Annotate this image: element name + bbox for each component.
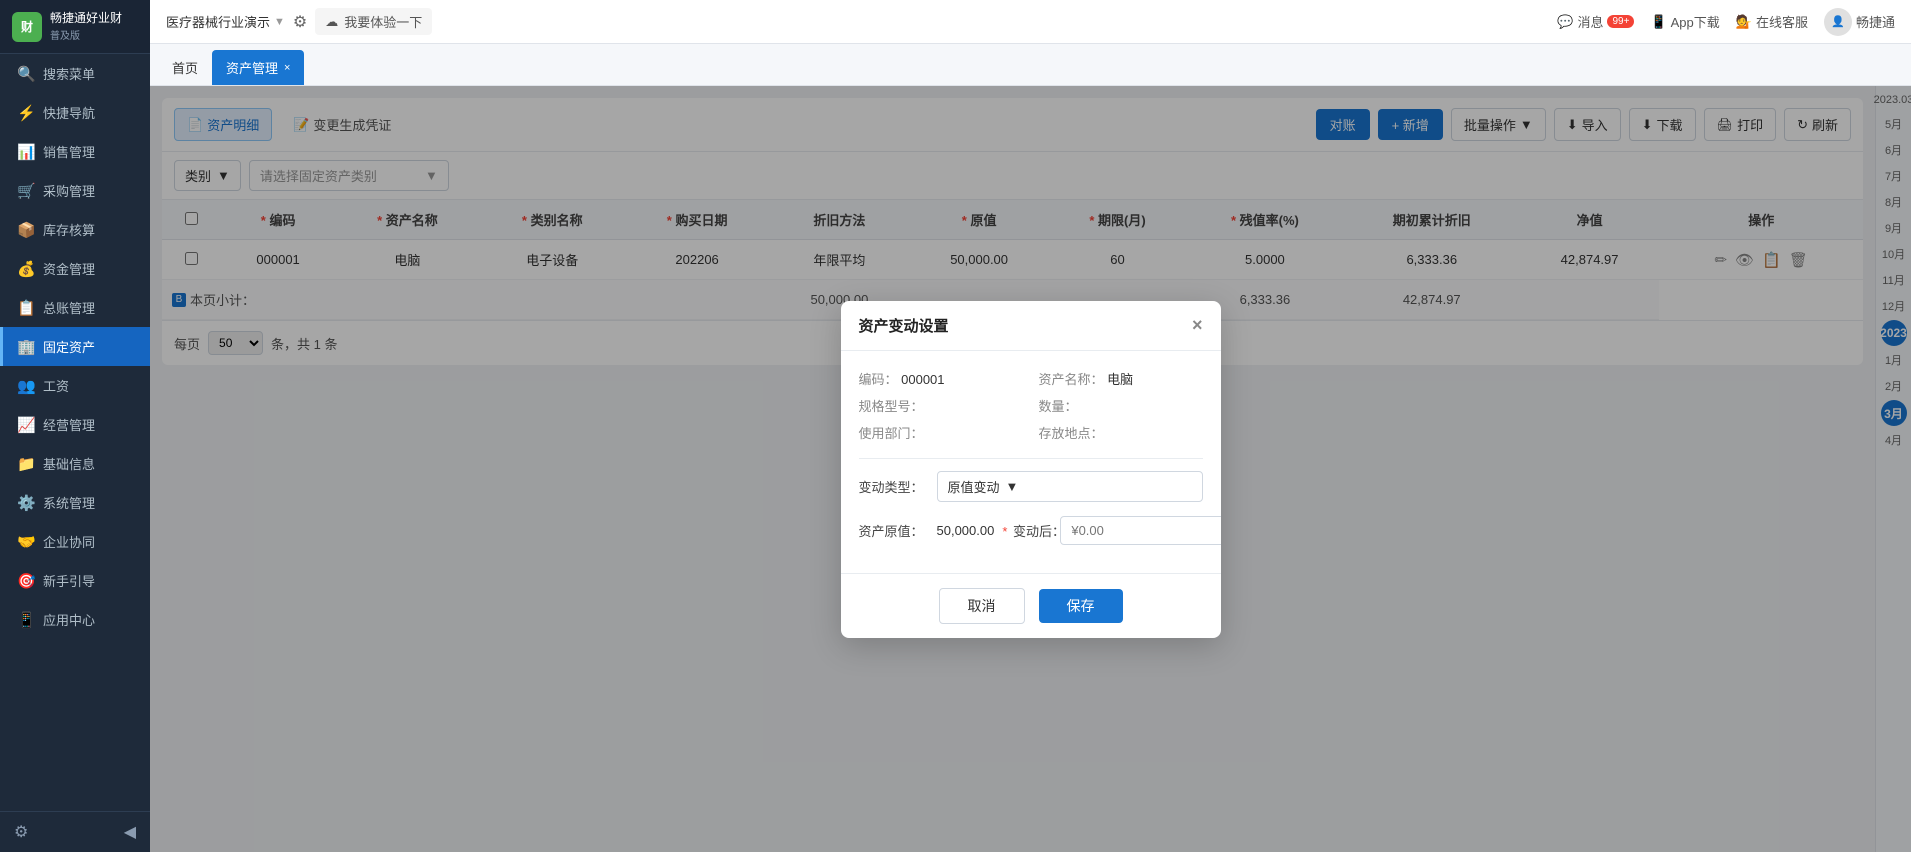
modal-info-grid: 编码： 000001 资产名称： 电脑 规格型号： 数量： (859, 369, 1203, 442)
payroll-icon: 👥 (17, 377, 35, 395)
sidebar-item-capital[interactable]: 💰 资金管理 (0, 249, 150, 288)
sidebar-item-sales[interactable]: 📊 销售管理 (0, 132, 150, 171)
inventory-icon: 📦 (17, 221, 35, 239)
sidebar-item-fixed-assets[interactable]: 🏢 固定资产 (0, 327, 150, 366)
sidebar-bottom: ⚙ ◀ (0, 811, 150, 852)
after-value-input[interactable] (1060, 516, 1220, 545)
collapse-icon[interactable]: ◀ (124, 822, 136, 842)
save-button[interactable]: 保存 (1039, 589, 1123, 623)
quick-nav-icon: ⚡ (17, 104, 35, 122)
avatar: 👤 (1824, 8, 1852, 36)
company-chevron-icon: ▼ (274, 16, 285, 28)
online-service-button[interactable]: 💁 在线客服 (1736, 12, 1808, 31)
modal-info-location: 存放地点： (1039, 423, 1203, 442)
logo-icon: 财 (12, 12, 42, 42)
modal-info-spec: 规格型号： (859, 396, 1023, 415)
sidebar-item-ledger[interactable]: 📋 总账管理 (0, 288, 150, 327)
logo-text: 畅捷通好业财 普及版 (50, 11, 122, 42)
sales-icon: 📊 (17, 143, 35, 161)
modal-overlay: 资产变动设置 × 编码： 000001 资产名称： 电脑 (150, 86, 1911, 852)
tab-assets[interactable]: 资产管理 × (212, 50, 304, 85)
tab-home[interactable]: 首页 (158, 50, 212, 85)
value-fields-row: 资产原值： 50,000.00 * 变动后： (859, 516, 1203, 545)
ledger-icon: 📋 (17, 299, 35, 317)
search-icon: 🔍 (17, 65, 35, 83)
sidebar-item-guide[interactable]: 🎯 新手引导 (0, 561, 150, 600)
tab-close-icon[interactable]: × (284, 62, 290, 74)
sidebar-nav: 🔍 搜索菜单 ⚡ 快捷导航 📊 销售管理 🛒 采购管理 📦 库存核算 💰 资金管… (0, 54, 150, 811)
company-selector[interactable]: 医疗器械行业演示 ▼ (166, 12, 285, 31)
sidebar-item-basic-info[interactable]: 📁 基础信息 (0, 444, 150, 483)
message-button[interactable]: 💬 消息 99+ (1557, 12, 1634, 31)
capital-icon: 💰 (17, 260, 35, 278)
asset-change-modal: 资产变动设置 × 编码： 000001 资产名称： 电脑 (841, 301, 1221, 638)
sidebar: 财 畅捷通好业财 普及版 🔍 搜索菜单 ⚡ 快捷导航 📊 销售管理 🛒 采购管理… (0, 0, 150, 852)
sidebar-item-app-center[interactable]: 📱 应用中心 (0, 600, 150, 639)
change-type-select[interactable]: 原值变动 ▼ (937, 471, 1203, 502)
modal-info-dept: 使用部门： (859, 423, 1023, 442)
cancel-button[interactable]: 取消 (939, 588, 1025, 624)
app-center-icon: 📱 (17, 611, 35, 629)
basic-info-icon: 📁 (17, 455, 35, 473)
purchase-icon: 🛒 (17, 182, 35, 200)
sidebar-item-payroll[interactable]: 👥 工资 (0, 366, 150, 405)
experience-button[interactable]: ☁ 我要体验一下 (315, 8, 432, 35)
system-icon: ⚙️ (17, 494, 35, 512)
topbar-right: 💬 消息 99+ 📱 App下载 💁 在线客服 👤 畅捷通 (1557, 8, 1895, 36)
main-content: 医疗器械行业演示 ▼ ⚙ ☁ 我要体验一下 💬 消息 99+ 📱 App下载 💁… (150, 0, 1911, 852)
sidebar-item-operations[interactable]: 📈 经营管理 (0, 405, 150, 444)
modal-divider (859, 458, 1203, 459)
topbar-left: 医疗器械行业演示 ▼ ⚙ ☁ 我要体验一下 (166, 8, 432, 35)
change-type-row: 变动类型： 原值变动 ▼ (859, 471, 1203, 502)
sidebar-item-purchase[interactable]: 🛒 采购管理 (0, 171, 150, 210)
topbar: 医疗器械行业演示 ▼ ⚙ ☁ 我要体验一下 💬 消息 99+ 📱 App下载 💁… (150, 0, 1911, 44)
topbar-settings-icon[interactable]: ⚙ (293, 12, 307, 32)
cooperation-icon: 🤝 (17, 533, 35, 551)
message-icon: 💬 (1557, 14, 1573, 30)
guide-icon: 🎯 (17, 572, 35, 590)
tabbar: 首页 资产管理 × (150, 44, 1911, 86)
modal-body: 编码： 000001 资产名称： 电脑 规格型号： 数量： (841, 351, 1221, 573)
modal-header: 资产变动设置 × (841, 301, 1221, 351)
modal-footer: 取消 保存 (841, 573, 1221, 638)
modal-info-code: 编码： 000001 (859, 369, 1023, 388)
app-download-button[interactable]: 📱 App下载 (1650, 12, 1719, 31)
modal-title: 资产变动设置 (859, 315, 949, 336)
service-icon: 💁 (1736, 14, 1752, 30)
change-type-chevron-icon: ▼ (1006, 479, 1019, 494)
cloud-icon: ☁ (325, 14, 338, 30)
modal-info-name: 资产名称： 电脑 (1039, 369, 1203, 388)
panel-body: 📄 资产明细 📝 变更生成凭证 对账 + 新增 批量操作 ▼ (150, 86, 1911, 852)
fixed-assets-icon: 🏢 (17, 338, 35, 356)
sidebar-item-cooperation[interactable]: 🤝 企业协同 (0, 522, 150, 561)
modal-info-quantity: 数量： (1039, 396, 1203, 415)
operations-icon: 📈 (17, 416, 35, 434)
sidebar-item-inventory[interactable]: 📦 库存核算 (0, 210, 150, 249)
user-profile[interactable]: 👤 畅捷通 (1824, 8, 1895, 36)
modal-close-button[interactable]: × (1192, 315, 1203, 336)
sidebar-logo: 财 畅捷通好业财 普及版 (0, 0, 150, 54)
sidebar-item-quick-nav[interactable]: ⚡ 快捷导航 (0, 93, 150, 132)
sidebar-item-search[interactable]: 🔍 搜索菜单 (0, 54, 150, 93)
settings-bottom-icon[interactable]: ⚙ (14, 822, 28, 842)
sidebar-item-system[interactable]: ⚙️ 系统管理 (0, 483, 150, 522)
app-download-icon: 📱 (1650, 14, 1666, 30)
